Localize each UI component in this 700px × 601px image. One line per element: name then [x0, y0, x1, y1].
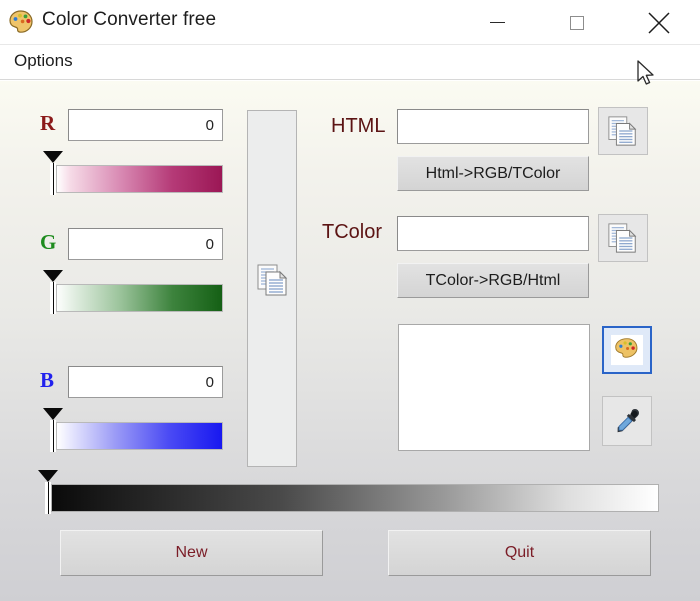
- grayscale-slider-track[interactable]: [51, 484, 659, 512]
- grayscale-slider-thumb[interactable]: [45, 482, 51, 514]
- html-input[interactable]: [397, 109, 589, 144]
- copy-documents-icon: [608, 223, 637, 253]
- new-button[interactable]: New: [60, 530, 323, 576]
- green-value: 0: [205, 235, 214, 253]
- red-value-input[interactable]: 0: [68, 109, 223, 141]
- close-button[interactable]: [628, 0, 690, 45]
- blue-value-input[interactable]: 0: [68, 366, 223, 398]
- quit-button[interactable]: Quit: [388, 530, 651, 576]
- client-area: R 0 G 0 B 0 HTML Html->RGB/TColor TColor…: [0, 81, 700, 601]
- title-bar: Color Converter free: [0, 0, 700, 45]
- menu-item-options[interactable]: Options: [14, 51, 73, 71]
- tcolor-field-label: TColor: [322, 221, 383, 243]
- menu-bar: Options: [0, 45, 700, 80]
- color-preview-box[interactable]: [398, 324, 590, 451]
- red-slider[interactable]: [43, 151, 223, 201]
- red-value: 0: [205, 116, 214, 134]
- maximize-button[interactable]: [546, 0, 608, 45]
- blue-value: 0: [205, 373, 214, 391]
- green-value-input[interactable]: 0: [68, 228, 223, 260]
- center-copy-panel[interactable]: [247, 110, 297, 467]
- minimize-icon: [489, 21, 505, 24]
- app-window: Color Converter free Options R 0 G 0 B 0…: [0, 0, 700, 601]
- copy-documents-icon[interactable]: [256, 263, 290, 297]
- blue-slider-thumb[interactable]: [50, 420, 56, 452]
- blue-slider-track[interactable]: [56, 422, 223, 450]
- palette-icon: [8, 9, 36, 35]
- blue-channel-label: B: [40, 368, 55, 392]
- html-to-rgb-button[interactable]: Html->RGB/TColor: [397, 156, 589, 191]
- minimize-button[interactable]: [466, 0, 528, 45]
- html-copy-button[interactable]: [598, 107, 648, 155]
- red-slider-marker: [43, 151, 63, 163]
- grayscale-slider[interactable]: [38, 470, 663, 520]
- window-title: Color Converter free: [42, 9, 217, 30]
- red-slider-thumb[interactable]: [50, 163, 56, 195]
- maximize-icon: [570, 15, 584, 30]
- red-channel-label: R: [40, 111, 56, 135]
- tcolor-to-rgb-button[interactable]: TColor->RGB/Html: [397, 263, 589, 298]
- eyedropper-button[interactable]: [602, 396, 652, 446]
- blue-slider[interactable]: [43, 408, 223, 458]
- grayscale-slider-marker: [38, 470, 58, 482]
- copy-documents-icon: [608, 116, 637, 146]
- green-slider-marker: [43, 270, 63, 282]
- tcolor-input[interactable]: [397, 216, 589, 251]
- green-slider[interactable]: [43, 270, 223, 320]
- html-field-label: HTML: [331, 115, 386, 137]
- close-icon: [648, 11, 670, 34]
- blue-slider-marker: [43, 408, 63, 420]
- palette-icon: [611, 334, 643, 366]
- green-slider-thumb[interactable]: [50, 282, 56, 314]
- green-slider-track[interactable]: [56, 284, 223, 312]
- tcolor-copy-button[interactable]: [598, 214, 648, 262]
- palette-picker-button[interactable]: [602, 326, 652, 374]
- green-channel-label: G: [40, 230, 57, 254]
- red-slider-track[interactable]: [56, 165, 223, 193]
- eyedropper-icon: [617, 409, 639, 433]
